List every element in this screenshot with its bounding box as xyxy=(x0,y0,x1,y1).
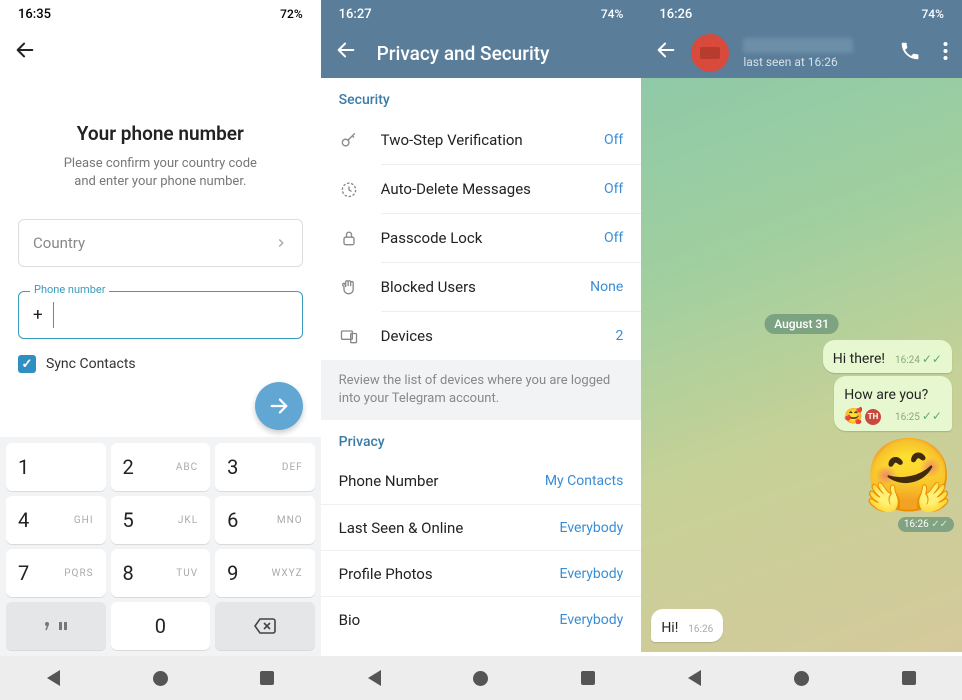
phone-separator xyxy=(53,302,54,328)
toolbar xyxy=(0,28,321,78)
page-title: Your phone number xyxy=(18,122,303,145)
nav-recent[interactable] xyxy=(899,668,919,688)
nav-back[interactable] xyxy=(43,668,63,688)
devices-info: Review the list of devices where you are… xyxy=(321,360,642,420)
nav-back[interactable] xyxy=(685,668,705,688)
date-pill: August 31 xyxy=(764,314,839,334)
status-bar: 16:27 74% xyxy=(321,0,642,28)
chevron-right-icon xyxy=(274,236,288,250)
status-battery: 74% xyxy=(921,7,943,21)
nav-recent[interactable] xyxy=(578,668,598,688)
hug-sticker-icon: 🤗 xyxy=(864,440,954,512)
nav-bar xyxy=(0,656,321,700)
avatar[interactable] xyxy=(691,34,729,72)
key-1[interactable]: 1 xyxy=(6,443,106,491)
back-button[interactable] xyxy=(14,39,36,67)
call-button[interactable] xyxy=(899,40,921,66)
pause-icon xyxy=(58,621,68,631)
lock-icon xyxy=(339,228,359,248)
toolbar: Privacy and Security xyxy=(321,28,642,78)
phone-input[interactable]: + xyxy=(18,291,303,339)
status-time: 16:26 xyxy=(659,7,692,22)
message-in-1[interactable]: Hi! 16:26 xyxy=(651,609,723,642)
nav-back[interactable] xyxy=(364,668,384,688)
message-out-2[interactable]: How are you? 🥰 TH 16:25✓✓ xyxy=(834,376,952,431)
status-time: 16:27 xyxy=(339,7,372,22)
sync-contacts-checkbox[interactable]: ✓ xyxy=(18,355,36,373)
sticker-time: 16:26 ✓✓ xyxy=(898,517,954,532)
page-title: Privacy and Security xyxy=(377,42,628,65)
reaction[interactable]: 🥰 TH xyxy=(844,406,881,425)
devices-icon xyxy=(339,326,359,346)
last-seen-privacy-row[interactable]: Last Seen & Online Everybody xyxy=(321,504,642,550)
reaction-badge: TH xyxy=(865,409,881,425)
country-placeholder: Country xyxy=(33,234,85,252)
two-step-verification-row[interactable]: Two-Step Verification Off xyxy=(321,116,642,164)
key-icon xyxy=(339,130,359,150)
key-9[interactable]: 9WXYZ xyxy=(215,549,315,597)
keypad: 1 2ABC 3DEF 4GHI 5JKL 6MNO 7PQRS 8TUV 9W… xyxy=(0,437,321,656)
status-time: 16:35 xyxy=(18,7,51,22)
sticker-message[interactable]: 🤗 16:26 ✓✓ xyxy=(864,440,954,532)
key-4[interactable]: 4GHI xyxy=(6,496,106,544)
key-6[interactable]: 6MNO xyxy=(215,496,315,544)
passcode-lock-row[interactable]: Passcode Lock Off xyxy=(321,214,642,262)
privacy-section-header: Privacy xyxy=(321,420,642,458)
chat-toolbar: last seen at 16:26 xyxy=(641,28,962,78)
security-section-header: Security xyxy=(321,78,642,116)
timer-icon xyxy=(339,179,359,199)
status-right: 72% xyxy=(264,7,302,21)
devices-row[interactable]: Devices 2 xyxy=(321,312,642,360)
key-8[interactable]: 8TUV xyxy=(111,549,211,597)
back-button[interactable] xyxy=(335,39,357,67)
status-battery: 74% xyxy=(601,7,623,21)
back-button[interactable] xyxy=(655,39,677,67)
auto-delete-row[interactable]: Auto-Delete Messages Off xyxy=(321,165,642,213)
key-backspace[interactable] xyxy=(215,602,315,650)
status-bar: 16:26 74% xyxy=(641,0,962,28)
profile-photos-privacy-row[interactable]: Profile Photos Everybody xyxy=(321,550,642,596)
contact-name-blurred xyxy=(743,38,853,53)
key-symbols[interactable] xyxy=(6,602,106,650)
chat-background: August 31 Hi there! 16:24✓✓ How are you?… xyxy=(641,78,962,652)
key-3[interactable]: 3DEF xyxy=(215,443,315,491)
backspace-icon xyxy=(253,617,277,635)
last-seen: last seen at 16:26 xyxy=(743,55,885,69)
sync-contacts-label: Sync Contacts xyxy=(46,356,136,372)
sync-contacts-row[interactable]: ✓ Sync Contacts xyxy=(18,355,303,373)
phone-number-privacy-row[interactable]: Phone Number My Contacts xyxy=(321,458,642,504)
nav-bar xyxy=(641,656,962,700)
nav-bar xyxy=(321,656,642,700)
nav-home[interactable] xyxy=(792,668,812,688)
more-button[interactable] xyxy=(943,41,948,65)
phone-field-label: Phone number xyxy=(30,283,109,296)
key-0[interactable]: 0 xyxy=(111,602,211,650)
page-subtitle: Please confirm your country code and ent… xyxy=(18,155,303,191)
next-button[interactable] xyxy=(255,382,303,430)
nav-home[interactable] xyxy=(471,668,491,688)
blocked-users-row[interactable]: Blocked Users None xyxy=(321,263,642,311)
status-bar: 16:35 72% xyxy=(0,0,321,28)
key-5[interactable]: 5JKL xyxy=(111,496,211,544)
hand-icon xyxy=(339,277,359,297)
key-2[interactable]: 2ABC xyxy=(111,443,211,491)
nav-home[interactable] xyxy=(150,668,170,688)
key-7[interactable]: 7PQRS xyxy=(6,549,106,597)
status-right: 74% xyxy=(589,7,623,21)
message-out-1[interactable]: Hi there! 16:24✓✓ xyxy=(823,340,952,373)
phone-prefix: + xyxy=(33,305,43,325)
nav-recent[interactable] xyxy=(257,668,277,688)
status-battery: 72% xyxy=(280,7,302,21)
comma-icon xyxy=(44,621,50,631)
bio-privacy-row[interactable]: Bio Everybody xyxy=(321,596,642,642)
country-select[interactable]: Country xyxy=(18,219,303,267)
status-right: 74% xyxy=(909,7,943,21)
